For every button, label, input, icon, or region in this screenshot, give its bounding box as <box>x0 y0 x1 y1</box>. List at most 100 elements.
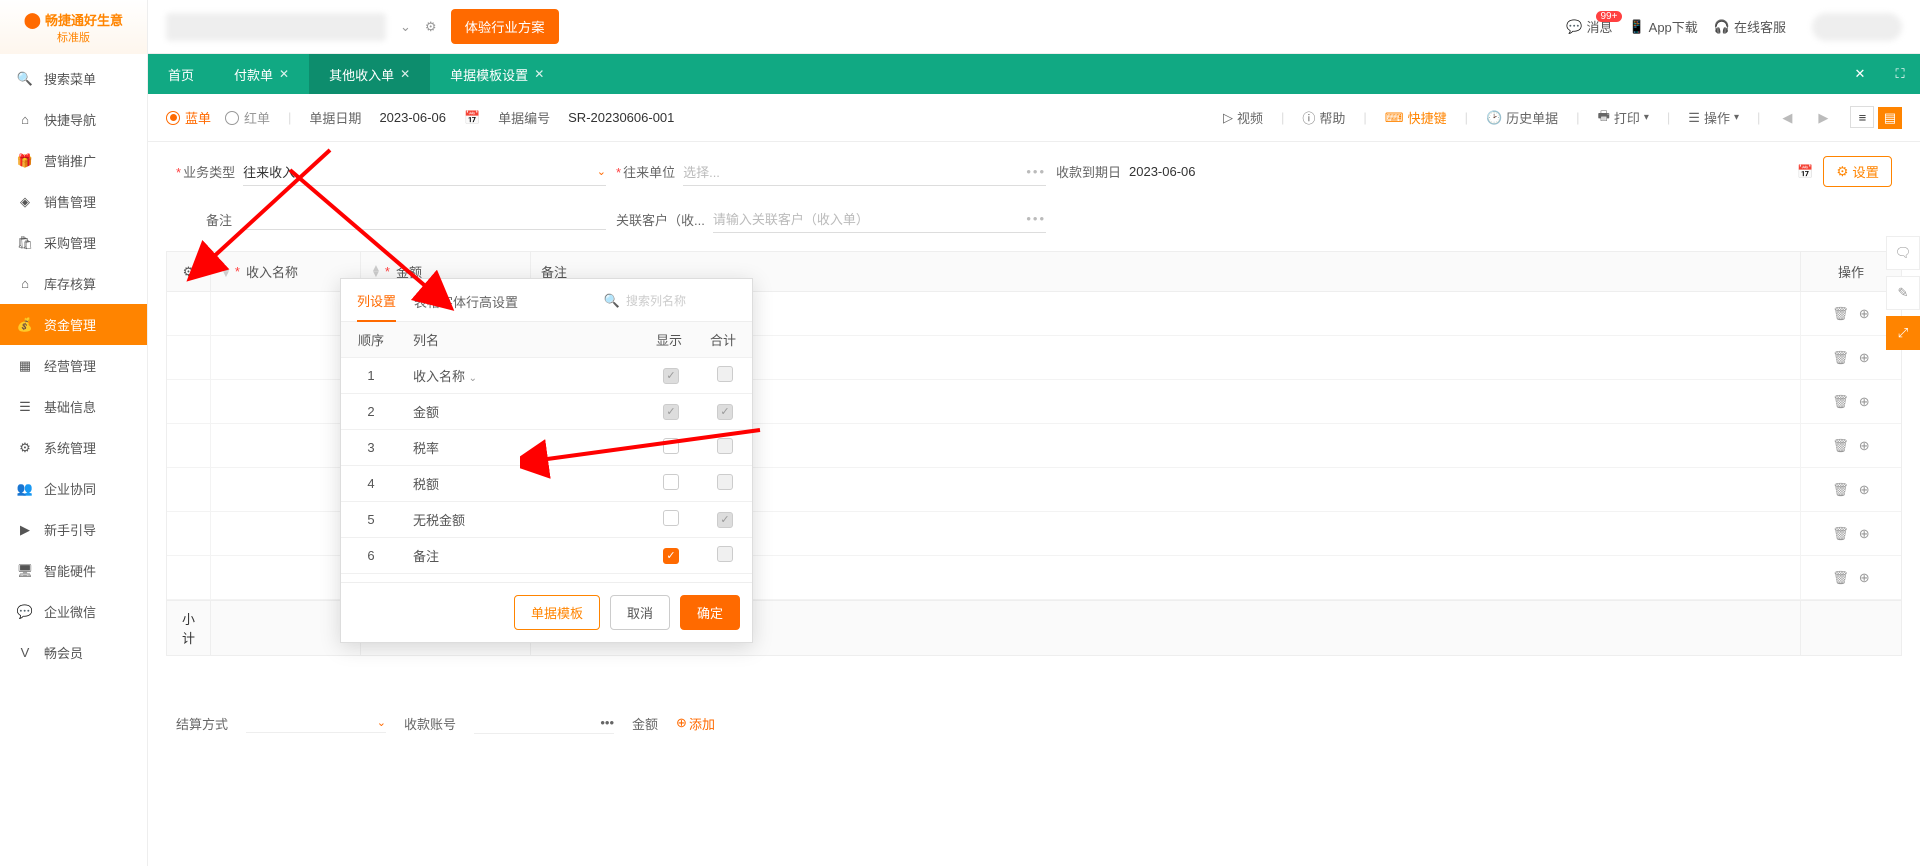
sidebar-item-10[interactable]: 👥企业协同 <box>0 468 147 509</box>
tab-2[interactable]: 其他收入单✕ <box>309 54 430 94</box>
sidebar-item-9[interactable]: ⚙系统管理 <box>0 427 147 468</box>
sidebar-item-2[interactable]: 🎁营销推广 <box>0 140 147 181</box>
copy-icon[interactable]: ⊕ <box>1859 394 1870 410</box>
display-checkbox[interactable] <box>663 548 679 564</box>
view-list[interactable]: ≡ <box>1850 106 1874 128</box>
assoc-label: 关联客户（收... <box>616 210 705 229</box>
copy-icon[interactable]: ⊕ <box>1859 526 1870 542</box>
side-tool-edit[interactable]: ✎ <box>1886 276 1920 310</box>
gear-icon[interactable]: ⚙ <box>425 19 437 35</box>
col-income-name[interactable]: ▲▼*收入名称 <box>211 252 361 291</box>
sidebar-item-5[interactable]: ⌂库存核算 <box>0 263 147 304</box>
side-tool-note[interactable]: 🗨 <box>1886 236 1920 270</box>
template-button[interactable]: 单据模板 <box>514 595 600 630</box>
sidebar-item-0[interactable]: 🔍搜索菜单 <box>0 58 147 99</box>
display-checkbox[interactable] <box>663 368 679 384</box>
sidebar-item-6[interactable]: 💰资金管理 <box>0 304 147 345</box>
sidebar-item-4[interactable]: 🛍采购管理 <box>0 222 147 263</box>
side-tool-expand[interactable]: ⤢ <box>1886 316 1920 350</box>
sidebar-item-11[interactable]: ▶新手引导 <box>0 509 147 550</box>
message-badge: 99+ <box>1596 11 1623 22</box>
total-checkbox[interactable] <box>717 366 733 382</box>
popup-row: 6备注 <box>341 538 752 574</box>
hw-icon: 🖥 <box>16 562 34 580</box>
tab-3[interactable]: 单据模板设置✕ <box>430 54 564 94</box>
display-checkbox[interactable] <box>663 510 679 526</box>
tab-fullscreen[interactable]: ⛶ <box>1880 66 1920 82</box>
display-checkbox[interactable] <box>663 438 679 454</box>
sidebar-item-3[interactable]: ◈销售管理 <box>0 181 147 222</box>
delete-icon[interactable]: 🗑 <box>1832 306 1849 322</box>
remark-input[interactable] <box>240 208 606 230</box>
copy-icon[interactable]: ⊕ <box>1859 482 1870 498</box>
confirm-button[interactable]: 确定 <box>680 595 740 630</box>
message-button[interactable]: 💬消息 99+ <box>1566 17 1612 36</box>
delete-icon[interactable]: 🗑 <box>1832 394 1849 410</box>
sidebar-item-8[interactable]: ☰基础信息 <box>0 386 147 427</box>
settlement-method-select[interactable]: ⌄ <box>246 713 386 733</box>
calendar-icon[interactable]: 📅 <box>1797 164 1813 180</box>
close-icon[interactable]: ✕ <box>400 67 410 81</box>
calendar-icon[interactable]: 📅 <box>464 110 480 126</box>
total-checkbox[interactable] <box>717 404 733 420</box>
close-icon[interactable]: ✕ <box>279 67 289 81</box>
copy-icon[interactable]: ⊕ <box>1859 438 1870 454</box>
total-checkbox[interactable] <box>717 474 733 490</box>
next-page[interactable]: ▶ <box>1814 110 1832 126</box>
settings-button[interactable]: ⚙设置 <box>1823 156 1892 187</box>
support-button[interactable]: 🎧在线客服 <box>1714 17 1786 36</box>
video-button[interactable]: ▷视频 <box>1223 108 1263 127</box>
cancel-button[interactable]: 取消 <box>610 595 670 630</box>
history-button[interactable]: 🕑历史单据 <box>1486 108 1558 127</box>
logo: ⬤ 畅捷通好生意 标准版 <box>0 0 147 54</box>
total-checkbox[interactable] <box>717 512 733 528</box>
app-download-button[interactable]: 📱App下载 <box>1628 17 1697 36</box>
sidebar-item-7[interactable]: ▦经营管理 <box>0 345 147 386</box>
assoc-input[interactable]: 请输入关联客户（收入单）••• <box>713 205 1046 233</box>
tab-close-all[interactable]: ✕ <box>1840 66 1880 82</box>
close-icon[interactable]: ✕ <box>534 67 544 81</box>
copy-icon[interactable]: ⊕ <box>1859 350 1870 366</box>
popup-tab-columns[interactable]: 列设置 <box>357 291 396 322</box>
delete-icon[interactable]: 🗑 <box>1832 526 1849 542</box>
copy-icon[interactable]: ⊕ <box>1859 570 1870 586</box>
chevron-down-icon[interactable]: ⌄ <box>400 19 411 35</box>
prev-page[interactable]: ◀ <box>1778 110 1796 126</box>
total-checkbox[interactable] <box>717 438 733 454</box>
print-button[interactable]: 🖶打印▾ <box>1598 107 1649 129</box>
popup-tab-rowheight[interactable]: 表格字体行高设置 <box>414 292 518 321</box>
shortcut-button[interactable]: ⌨快捷键 <box>1385 108 1447 127</box>
tab-1[interactable]: 付款单✕ <box>214 54 309 94</box>
delete-icon[interactable]: 🗑 <box>1832 438 1849 454</box>
counter-select[interactable]: 选择...••• <box>683 158 1046 186</box>
biz-type-select[interactable]: 往来收入⌄ <box>243 158 606 186</box>
tab-0[interactable]: 首页 <box>148 54 214 94</box>
operate-button[interactable]: ☰操作▾ <box>1688 108 1739 127</box>
due-date-input[interactable]: 2023-06-06 <box>1129 160 1436 183</box>
total-checkbox[interactable] <box>717 546 733 562</box>
radio-red[interactable]: 红单 <box>225 108 270 127</box>
sidebar-item-1[interactable]: ⌂快捷导航 <box>0 99 147 140</box>
delete-icon[interactable]: 🗑 <box>1832 482 1849 498</box>
copy-icon[interactable]: ⊕ <box>1859 306 1870 322</box>
delete-icon[interactable]: 🗑 <box>1832 570 1849 586</box>
help-button[interactable]: ⓘ帮助 <box>1302 108 1345 127</box>
display-checkbox[interactable] <box>663 404 679 420</box>
date-value[interactable]: 2023-06-06 <box>379 110 446 125</box>
sidebar-item-13[interactable]: 💬企业微信 <box>0 591 147 632</box>
account-select[interactable]: ••• <box>474 712 614 734</box>
view-detail[interactable]: ▤ <box>1878 107 1902 129</box>
headset-icon: 🎧 <box>1714 19 1730 35</box>
column-settings-button[interactable]: ⚙ <box>167 252 211 291</box>
trial-button[interactable]: 体验行业方案 <box>451 9 559 44</box>
money-icon: 💰 <box>16 316 34 334</box>
sidebar-item-12[interactable]: 🖥智能硬件 <box>0 550 147 591</box>
popup-search-input[interactable] <box>626 294 736 308</box>
radio-blue[interactable]: 蓝单 <box>166 108 211 127</box>
sidebar-item-14[interactable]: V畅会员 <box>0 632 147 673</box>
sidebar-item-label: 企业微信 <box>44 602 96 621</box>
column-settings-popup: 列设置 表格字体行高设置 🔍 顺序 列名 显示 合计 1收入名称 ⌄2金额3税率… <box>340 278 753 643</box>
delete-icon[interactable]: 🗑 <box>1832 350 1849 366</box>
add-button[interactable]: ⊕添加 <box>676 714 715 733</box>
display-checkbox[interactable] <box>663 474 679 490</box>
